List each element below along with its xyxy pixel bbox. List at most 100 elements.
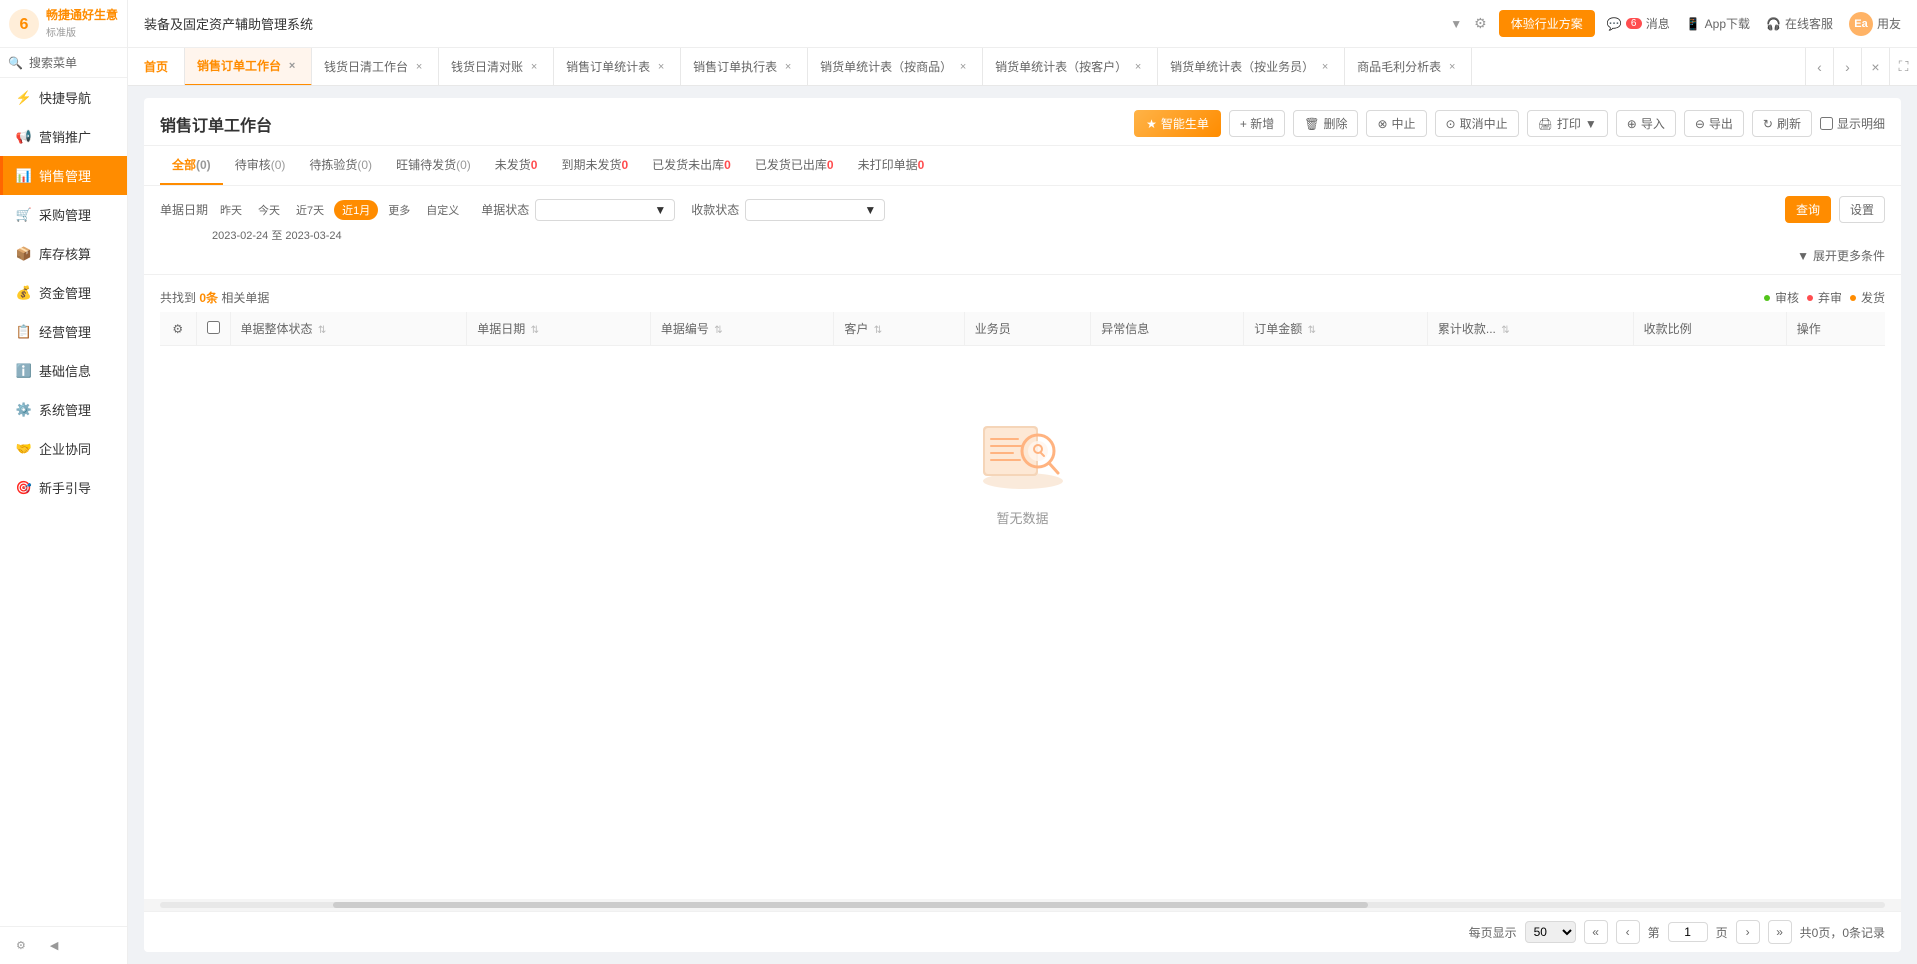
tabs-maximize-btn[interactable]: ⛶ — [1889, 48, 1917, 86]
prev-page-btn[interactable]: ‹ — [1616, 920, 1640, 944]
tab-sales-stats[interactable]: 销售订单统计表 × — [554, 48, 681, 86]
sub-tab-overdue-ship[interactable]: 到期未发货0 — [549, 146, 640, 185]
sub-tab-pending-inspect[interactable]: 待拣验货(0) — [297, 146, 384, 185]
system-icon: ⚙️ — [15, 401, 33, 419]
tab-close-btn[interactable]: × — [285, 59, 299, 73]
sub-tab-shipped-not-out[interactable]: 已发货未出库0 — [640, 146, 743, 185]
sidebar-item-search[interactable]: 🔍 搜索菜单 — [0, 48, 127, 78]
tab-close-btn[interactable]: × — [1131, 60, 1145, 74]
dropdown-arrow-icon[interactable]: ▼ — [1450, 17, 1462, 31]
tab-close-btn[interactable]: × — [527, 60, 541, 74]
sidebar-item-cooperation[interactable]: 🤝 企业协同 — [0, 429, 127, 468]
expand-conditions-btn[interactable]: ▼ 展开更多条件 — [1797, 247, 1885, 264]
horizontal-scrollbar[interactable] — [144, 899, 1901, 911]
date-opt-custom[interactable]: 自定义 — [420, 200, 465, 220]
sub-tab-shop-pending[interactable]: 旺铺待发货(0) — [384, 146, 483, 185]
first-page-btn[interactable]: « — [1584, 920, 1608, 944]
tab-close-btn[interactable]: × — [781, 60, 795, 74]
sub-tab-unprinted[interactable]: 未打印单据0 — [846, 146, 937, 185]
sidebar-item-purchase[interactable]: 🛒 采购管理 — [0, 195, 127, 234]
import-btn[interactable]: ⊕ 导入 — [1616, 110, 1676, 137]
th-amount[interactable]: 订单金额 ⇅ — [1244, 312, 1428, 346]
topbar-online-service[interactable]: 🎧 在线客服 — [1766, 15, 1833, 32]
delete-btn[interactable]: 🗑 删除 — [1293, 110, 1358, 137]
topbar-message[interactable]: 💬 6 消息 — [1607, 15, 1670, 32]
tab-cash-daily[interactable]: 钱货日清工作台 × — [312, 48, 439, 86]
tab-close-btn[interactable]: × — [956, 60, 970, 74]
sub-tab-shipped-out[interactable]: 已发货已出库0 — [743, 146, 846, 185]
tab-close-btn[interactable]: × — [412, 60, 426, 74]
status-select[interactable]: ▼ — [535, 199, 675, 221]
column-settings-icon[interactable]: ⚙ — [172, 322, 183, 336]
th-checkbox[interactable] — [196, 312, 230, 346]
sidebar-settings-btn[interactable]: ⚙ — [8, 935, 34, 956]
query-btn[interactable]: 查询 — [1785, 196, 1831, 223]
tab-sales-goods[interactable]: 销货单统计表（按商品） × — [808, 48, 983, 86]
add-btn[interactable]: + 新增 — [1229, 110, 1285, 137]
select-all-checkbox[interactable] — [207, 321, 220, 334]
sub-tab-pending-review[interactable]: 待审核(0) — [223, 146, 298, 185]
tab-close-btn[interactable]: × — [1318, 60, 1332, 74]
show-detail-checkbox[interactable] — [1820, 117, 1833, 130]
tab-sales-salesperson[interactable]: 销货单统计表（按业务员） × — [1158, 48, 1345, 86]
tab-gross-margin[interactable]: 商品毛利分析表 × — [1345, 48, 1472, 86]
topbar-user[interactable]: Ea 用友 — [1849, 12, 1901, 36]
scrollbar-thumb[interactable] — [333, 902, 1368, 908]
cancel-stop-btn[interactable]: ⊙ 取消中止 — [1435, 110, 1519, 137]
tab-sales-customer[interactable]: 销货单统计表（按客户） × — [983, 48, 1158, 86]
sidebar-item-system[interactable]: ⚙️ 系统管理 — [0, 390, 127, 429]
export-btn[interactable]: ⊖ 导出 — [1684, 110, 1744, 137]
next-page-btn[interactable]: › — [1736, 920, 1760, 944]
topbar-app-download[interactable]: 📱 App下载 — [1686, 15, 1750, 32]
th-date[interactable]: 单据日期 ⇅ — [467, 312, 651, 346]
date-opt-yesterday[interactable]: 昨天 — [214, 200, 248, 220]
sidebar-item-basic-info[interactable]: ℹ️ 基础信息 — [0, 351, 127, 390]
unapprove-action-btn[interactable]: 弃审 — [1807, 289, 1842, 306]
approve-action-btn[interactable]: 审核 — [1764, 289, 1799, 306]
th-number[interactable]: 单据编号 ⇅ — [650, 312, 834, 346]
th-setting[interactable]: ⚙ — [160, 312, 196, 346]
th-payment-ratio[interactable]: 收款比例 — [1633, 312, 1786, 346]
settings-gear-icon[interactable]: ⚙ — [1474, 15, 1487, 32]
date-opt-1month[interactable]: 近1月 — [334, 200, 378, 220]
payment-select[interactable]: ▼ — [745, 199, 885, 221]
sidebar-item-quick-nav[interactable]: ⚡ 快捷导航 — [0, 78, 127, 117]
th-cumulative[interactable]: 累计收款... ⇅ — [1427, 312, 1633, 346]
th-customer[interactable]: 客户 ⇅ — [834, 312, 964, 346]
date-opt-more[interactable]: 更多 — [382, 200, 416, 220]
solution-button[interactable]: 体验行业方案 — [1499, 10, 1595, 37]
tab-close-btn[interactable]: × — [1445, 60, 1459, 74]
tabs-close-all-btn[interactable]: × — [1861, 48, 1889, 86]
print-btn[interactable]: 🖨 打印 ▼ — [1527, 110, 1608, 137]
tabs-next-btn[interactable]: › — [1833, 48, 1861, 86]
tab-sales-exec[interactable]: 销售订单执行表 × — [681, 48, 808, 86]
tab-home[interactable]: 首页 — [128, 48, 185, 86]
show-detail-label[interactable]: 显示明细 — [1820, 115, 1885, 132]
sidebar-item-sales[interactable]: 📊 销售管理 — [0, 156, 127, 195]
smart-order-btn[interactable]: ★ 智能生单 — [1134, 110, 1221, 137]
sidebar-collapse-btn[interactable]: ◀ — [42, 935, 66, 956]
sidebar-item-marketing[interactable]: 📢 营销推广 — [0, 117, 127, 156]
page-size-select[interactable]: 50 20 100 — [1525, 921, 1576, 943]
settings-filter-btn[interactable]: 设置 — [1839, 196, 1885, 223]
tab-cash-reconcile[interactable]: 钱货日清对账 × — [439, 48, 554, 86]
tab-sales-workbench[interactable]: 销售订单工作台 × — [185, 48, 312, 86]
page-input[interactable] — [1668, 922, 1708, 942]
tabs-prev-btn[interactable]: ‹ — [1805, 48, 1833, 86]
th-salesperson[interactable]: 业务员 — [964, 312, 1090, 346]
date-opt-7days[interactable]: 近7天 — [290, 200, 330, 220]
stop-btn[interactable]: ⊗ 中止 — [1366, 110, 1426, 137]
refresh-btn[interactable]: ↻ 刷新 — [1752, 110, 1812, 137]
tab-close-btn[interactable]: × — [654, 60, 668, 74]
sidebar-item-finance[interactable]: 💰 资金管理 — [0, 273, 127, 312]
date-opt-today[interactable]: 今天 — [252, 200, 286, 220]
sub-tab-unshipped[interactable]: 未发货0 — [483, 146, 550, 185]
ship-action-btn[interactable]: 发货 — [1850, 289, 1885, 306]
last-page-btn[interactable]: » — [1768, 920, 1792, 944]
th-exception[interactable]: 异常信息 — [1091, 312, 1244, 346]
sub-tab-all[interactable]: 全部(0) — [160, 146, 223, 185]
sidebar-item-management[interactable]: 📋 经营管理 — [0, 312, 127, 351]
sidebar-item-guide[interactable]: 🎯 新手引导 — [0, 468, 127, 507]
sidebar-item-inventory[interactable]: 📦 库存核算 — [0, 234, 127, 273]
th-status[interactable]: 单据整体状态 ⇅ — [230, 312, 467, 346]
